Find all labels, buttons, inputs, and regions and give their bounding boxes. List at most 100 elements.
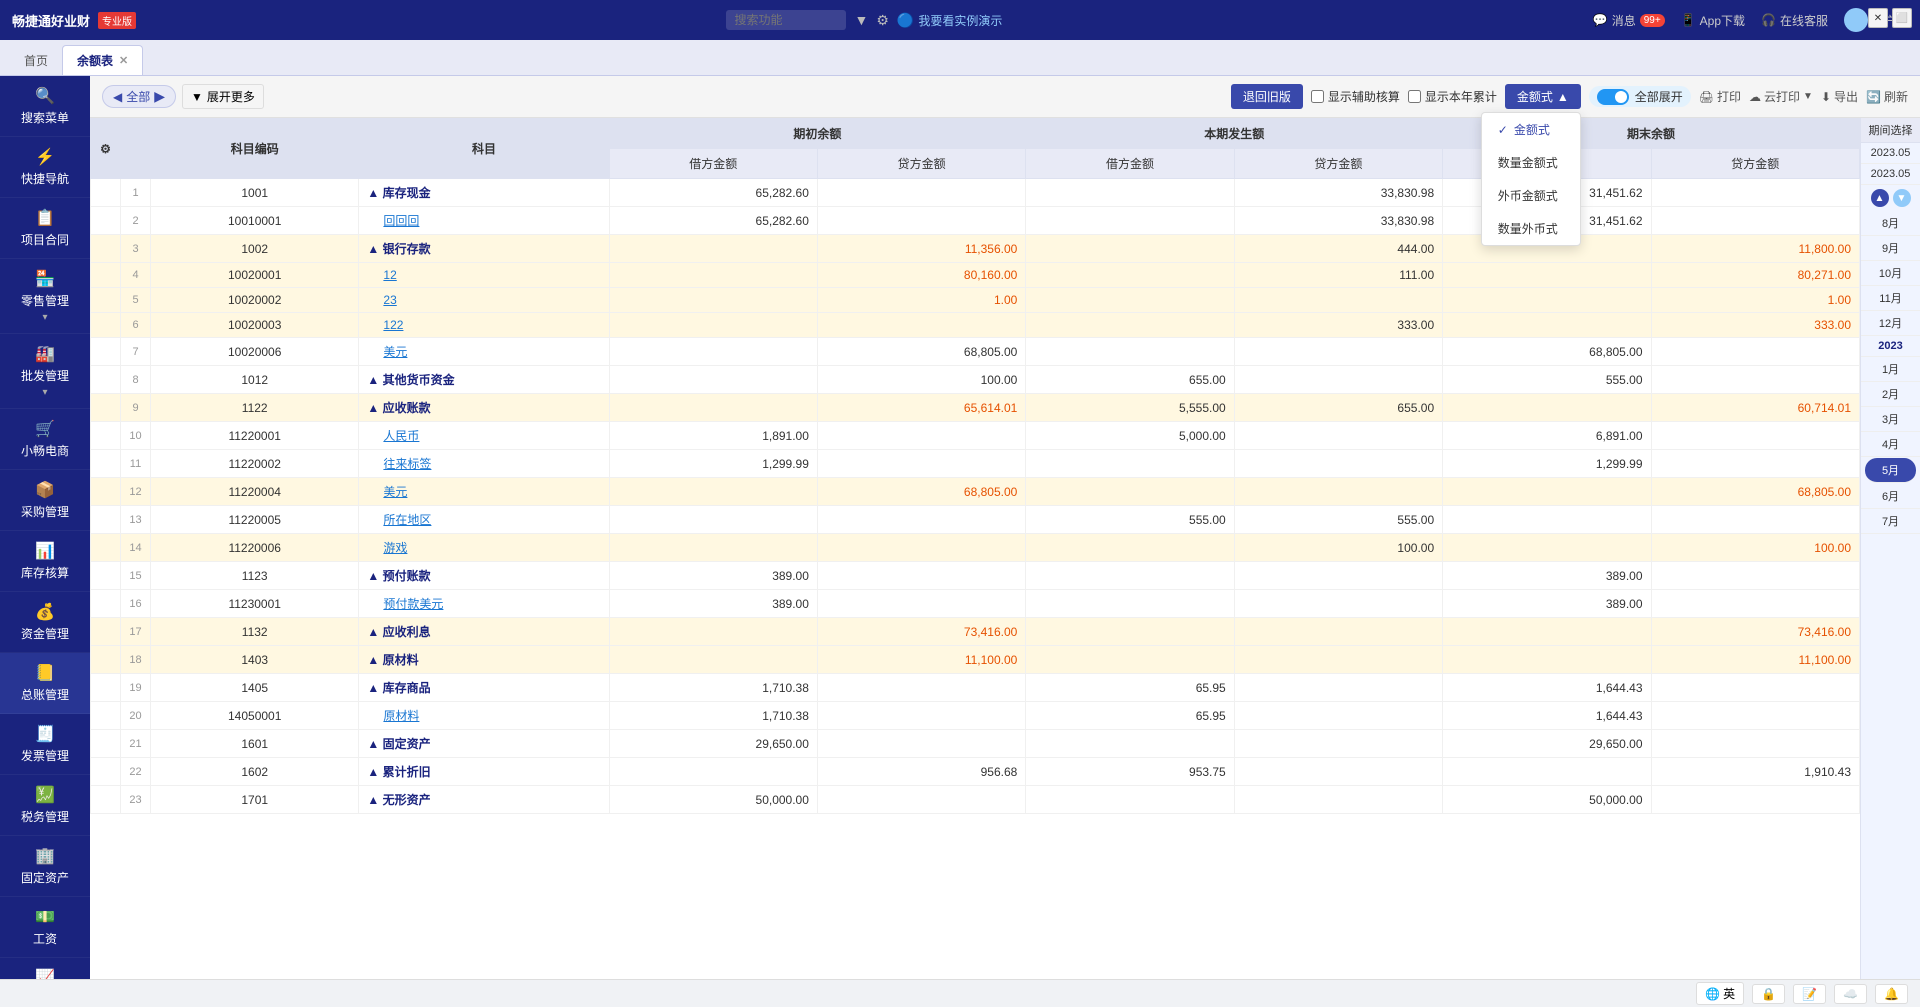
sidebar-item-ledger[interactable]: 📒 总账管理 [0,653,90,714]
expand-all-toggle[interactable]: 全部展开 [1589,86,1691,107]
bottom-icon-btn-4[interactable]: 🔔 [1875,984,1908,1004]
table-row[interactable]: 11 11220002 往来标签 1,299.99 1,299.99 [91,450,1860,478]
online-service-btn[interactable]: 🎧 在线客服 [1761,12,1828,29]
th-settings[interactable]: ⚙ [91,119,121,179]
table-row[interactable]: 8 1012 ▲ 其他货币资金 100.00 655.00 555.00 [91,366,1860,394]
sidebar-item-search[interactable]: 🔍 搜索菜单 [0,76,90,137]
return-old-version-btn[interactable]: 退回旧版 [1231,84,1303,109]
table-row[interactable]: 14 11220006 游戏 100.00 100.00 [91,534,1860,562]
table-row[interactable]: 7 10020006 美元 68,805.00 68,805.00 [91,338,1860,366]
period-item-start[interactable]: 2023.05 [1861,143,1920,164]
period-may[interactable]: 5月 [1865,458,1916,483]
row-name-cell[interactable]: 23 [359,288,609,313]
dropdown-item-qty-fx[interactable]: 数量外币式 [1482,212,1580,245]
sidebar-item-inventory[interactable]: 📊 库存核算 [0,531,90,592]
demo-link[interactable]: 🔵 我要看实例演示 [897,12,1002,29]
period-prev-btn[interactable]: ▲ [1871,189,1889,207]
dropdown-item-amount[interactable]: 金额式 [1482,113,1580,146]
period-jan[interactable]: 1月 [1861,357,1920,382]
row-name-cell[interactable]: 美元 [359,338,609,366]
table-row[interactable]: 13 11220005 所在地区 555.00 555.00 [91,506,1860,534]
table-row[interactable]: 16 11230001 预付款美元 389.00 389.00 [91,590,1860,618]
period-sep[interactable]: 9月 [1861,236,1920,261]
table-row[interactable]: 1 1001 ▲ 库存现金 65,282.60 33,830.98 31,451… [91,179,1860,207]
table-row[interactable]: 3 1002 ▲ 银行存款 11,356.00 444.00 11,800.00 [91,235,1860,263]
tab-home[interactable]: 首页 [10,46,62,75]
tab-balance-sheet[interactable]: 余额表 ✕ [62,45,143,75]
row-name-cell[interactable]: 游戏 [359,534,609,562]
table-row[interactable]: 6 10020003 122 333.00 333.00 [91,313,1860,338]
sidebar-item-project[interactable]: 📋 项目合同 [0,198,90,259]
dropdown-item-fx-amount[interactable]: 外币金额式 [1482,179,1580,212]
row-name-cell[interactable]: 往来标签 [359,450,609,478]
row-name-cell[interactable]: 原材料 [359,702,609,730]
sidebar-item-retail[interactable]: 🏪 零售管理 ▾ [0,259,90,334]
top-search-input[interactable] [726,10,846,30]
table-row[interactable]: 12 11220004 美元 68,805.00 68,805.00 [91,478,1860,506]
bottom-icon-btn-2[interactable]: 📝 [1793,984,1826,1004]
cloud-print-btn[interactable]: ☁ 云打印 ▼ [1749,88,1813,105]
sidebar-item-operations[interactable]: 📈 经营管理 [0,958,90,979]
row-name-cell[interactable]: 12 [359,263,609,288]
sidebar-item-purchase[interactable]: 📦 采购管理 [0,470,90,531]
period-apr[interactable]: 4月 [1861,432,1920,457]
period-aug[interactable]: 8月 [1861,211,1920,236]
row-name-cell[interactable]: 122 [359,313,609,338]
table-row[interactable]: 15 1123 ▲ 预付账款 389.00 389.00 [91,562,1860,590]
table-row[interactable]: 4 10020001 12 80,160.00 111.00 80,271.00 [91,263,1860,288]
bottom-icon-btn-3[interactable]: ☁️ [1834,984,1867,1004]
table-row[interactable]: 2 10010001 回回回 65,282.60 33,830.98 31,45… [91,207,1860,235]
sidebar-item-wholesale[interactable]: 🏭 批发管理 ▾ [0,334,90,409]
expand-more-btn[interactable]: ▼ 展开更多 [182,84,264,109]
period-jun[interactable]: 6月 [1861,484,1920,509]
table-row[interactable]: 5 10020002 23 1.00 1.00 [91,288,1860,313]
period-mar[interactable]: 3月 [1861,407,1920,432]
table-row[interactable]: 21 1601 ▲ 固定资产 29,650.00 29,650.00 [91,730,1860,758]
sidebar-item-ecommerce[interactable]: 🛒 小畅电商 [0,409,90,470]
period-nov[interactable]: 11月 [1861,286,1920,311]
auxiliary-checkbox-input[interactable] [1311,90,1324,103]
row-name-cell[interactable]: 回回回 [359,207,609,235]
sidebar-item-payroll[interactable]: 💵 工资 [0,897,90,958]
table-row[interactable]: 18 1403 ▲ 原材料 11,100.00 11,100.00 [91,646,1860,674]
print-btn[interactable]: 🖨 打印 [1699,88,1741,105]
maximize-btn[interactable]: ⬜ [1892,8,1912,28]
amount-type-btn[interactable]: 金额式 ▲ [1505,84,1581,109]
sidebar-item-assets[interactable]: 🏢 固定资产 [0,836,90,897]
tab-close-btn[interactable]: ✕ [119,54,128,67]
show-auxiliary-checkbox[interactable]: 显示辅助核算 [1311,88,1400,105]
table-row[interactable]: 17 1132 ▲ 应收利息 73,416.00 73,416.00 [91,618,1860,646]
period-feb[interactable]: 2月 [1861,382,1920,407]
show-ytd-checkbox[interactable]: 显示本年累计 [1408,88,1497,105]
sidebar-item-tax[interactable]: 💹 税务管理 [0,775,90,836]
sidebar-item-invoice[interactable]: 🧾 发票管理 [0,714,90,775]
refresh-btn[interactable]: 🔄 刷新 [1866,88,1908,105]
row-name-cell[interactable]: 美元 [359,478,609,506]
filter-all-btn[interactable]: ◀ 全部 ▶ [102,85,176,108]
table-row[interactable]: 20 14050001 原材料 1,710.38 65.95 1,644.43 [91,702,1860,730]
period-oct[interactable]: 10月 [1861,261,1920,286]
lang-switch-btn[interactable]: 🌐 英 [1696,982,1744,1005]
export-btn[interactable]: ⬇ 导出 [1821,88,1858,105]
sidebar-item-finance[interactable]: 💰 资金管理 [0,592,90,653]
row-name-cell[interactable]: 所在地区 [359,506,609,534]
period-jul[interactable]: 7月 [1861,509,1920,534]
period-next-btn[interactable]: ▼ [1893,189,1911,207]
message-btn[interactable]: 💬 消息 99+ [1593,12,1665,29]
table-row[interactable]: 19 1405 ▲ 库存商品 1,710.38 65.95 1,644.43 [91,674,1860,702]
bottom-icon-btn-1[interactable]: 🔒 [1752,984,1785,1004]
minimize-btn[interactable]: ✕ [1868,8,1888,28]
row-name-cell[interactable]: 预付款美元 [359,590,609,618]
table-row[interactable]: 23 1701 ▲ 无形资产 50,000.00 50,000.00 [91,786,1860,814]
table-row[interactable]: 22 1602 ▲ 累计折旧 956.68 953.75 1,910.43 [91,758,1860,786]
period-item-end[interactable]: 2023.05 [1861,164,1920,185]
table-row[interactable]: 10 11220001 人民币 1,891.00 5,000.00 6,891.… [91,422,1860,450]
settings-icon[interactable]: ⚙ [876,12,889,29]
dropdown-item-qty-amount[interactable]: 数量金额式 [1482,146,1580,179]
row-name-cell[interactable]: 人民币 [359,422,609,450]
ytd-checkbox-input[interactable] [1408,90,1421,103]
app-download-btn[interactable]: 📱 App下载 [1681,12,1745,29]
sidebar-item-quick-nav[interactable]: ⚡ 快捷导航 [0,137,90,198]
table-row[interactable]: 9 1122 ▲ 应收账款 65,614.01 5,555.00 655.00 … [91,394,1860,422]
period-dec[interactable]: 12月 [1861,311,1920,336]
